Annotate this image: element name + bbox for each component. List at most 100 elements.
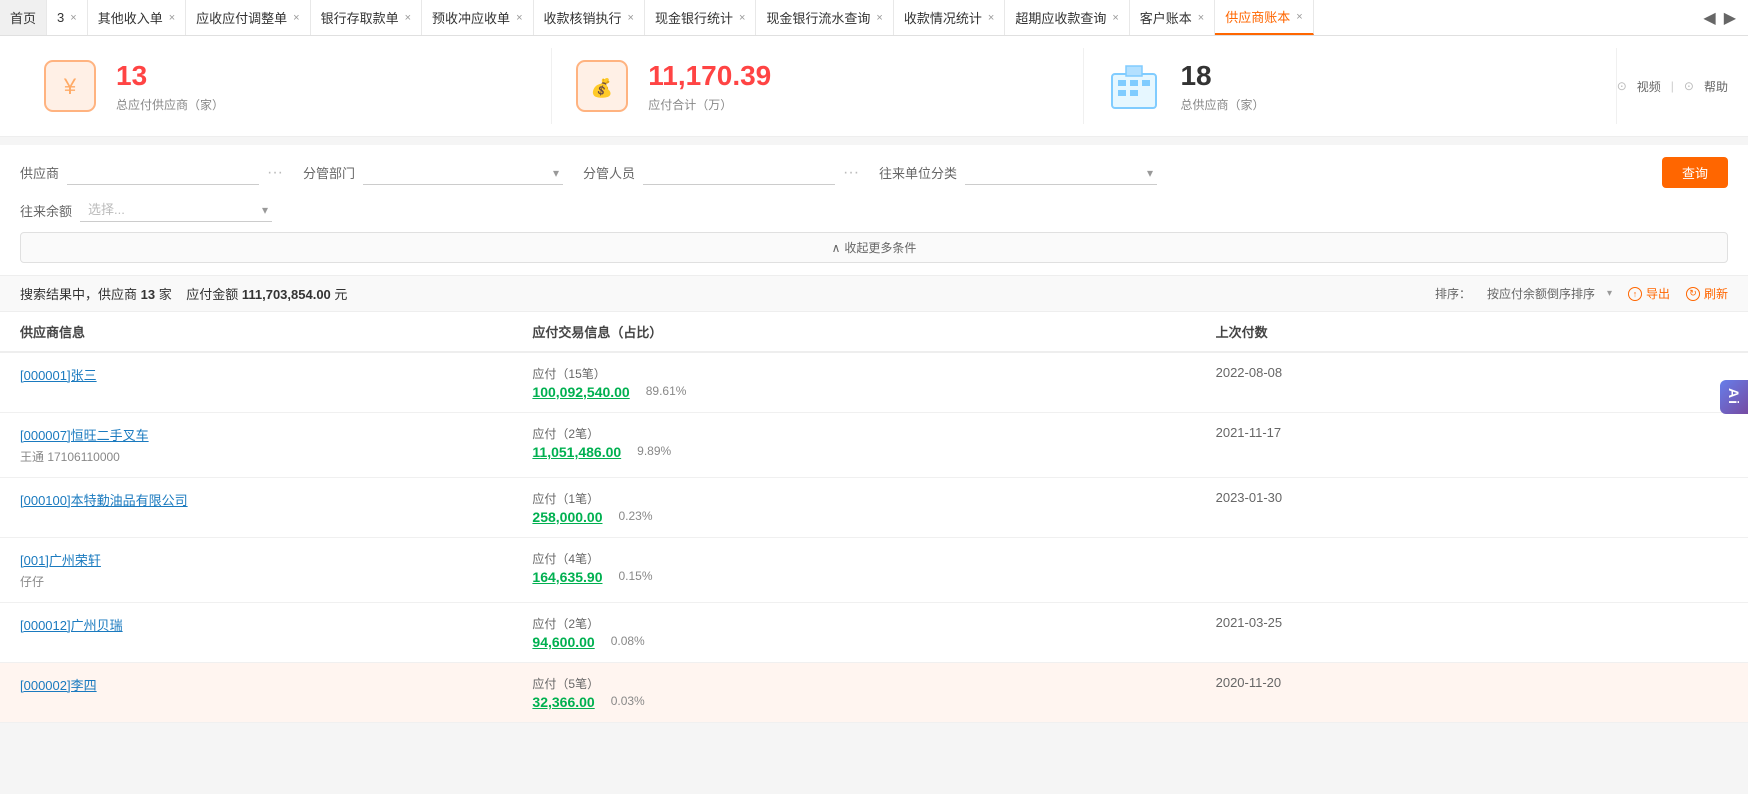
balance-filter-input[interactable] xyxy=(80,198,272,222)
nav-item-cash-flow[interactable]: 现金银行流水查询 × xyxy=(756,0,893,35)
header-lastpay: 上次付数 xyxy=(1216,322,1728,341)
nav-item-ap-adj[interactable]: 应收应付调整单 × xyxy=(186,0,310,35)
table-row[interactable]: [001]广州荣轩 仔仔 应付（4笔） 164,635.90 0.15% xyxy=(0,538,1748,603)
supplier-name[interactable]: [000007]恒旺二手叉车 xyxy=(20,425,532,444)
trans-amount[interactable]: 94,600.00 xyxy=(532,634,594,650)
nav-label-overdue: 超期应收款查询 xyxy=(1015,8,1106,27)
nav-label-home: 首页 xyxy=(10,8,36,27)
refresh-button[interactable]: ↻ 刷新 xyxy=(1686,285,1728,302)
table-row[interactable]: [000012]广州贝瑞 应付（2笔） 94,600.00 0.08% 2021… xyxy=(0,603,1748,663)
supplier-name[interactable]: [000012]广州贝瑞 xyxy=(20,615,532,634)
filter-row-1: 供应商 ··· 分管部门 ▾ 分管人员 ··· 往来单位分类 ▾ 查询 xyxy=(20,157,1728,188)
nav-item-prepay[interactable]: 预收冲应收单 × xyxy=(422,0,533,35)
search-button[interactable]: 查询 xyxy=(1662,157,1728,188)
result-supplier-count: 13 xyxy=(141,287,155,302)
export-button[interactable]: ↑ 导出 xyxy=(1628,285,1670,302)
nav-item-home[interactable]: 首页 xyxy=(0,0,47,35)
nav-item-cash-stat[interactable]: 现金银行统计 × xyxy=(645,0,756,35)
supplier-cell: [000002]李四 xyxy=(20,675,532,694)
nav-label-collection: 收款核销执行 xyxy=(544,8,622,27)
supplier-name[interactable]: [000100]本特勤油品有限公司 xyxy=(20,490,532,509)
supplier-dots-icon[interactable]: ··· xyxy=(267,164,283,182)
result-text: 搜索结果中，供应商 13 家 应付金额 111,703,854.00 元 xyxy=(20,284,347,303)
nav-item-overdue[interactable]: 超期应收款查询 × xyxy=(1005,0,1129,35)
trans-label: 应付（1笔） xyxy=(532,490,1215,507)
table-row[interactable]: [000002]李四 应付（5笔） 32,366.00 0.03% 2020-1… xyxy=(0,663,1748,723)
lastpay-date: 2023-01-30 xyxy=(1216,490,1283,505)
nav-close-supplier-ledger[interactable]: × xyxy=(1296,11,1302,23)
nav-label-supplier-ledger: 供应商账本 xyxy=(1225,7,1290,26)
lastpay-date: 2021-11-17 xyxy=(1216,425,1282,440)
nav-arrow-left[interactable]: ◀ xyxy=(1699,8,1719,28)
result-actions: 排序： 按应付余额倒序排序 ▾ ↑ 导出 ↻ 刷新 xyxy=(1435,285,1728,302)
person-filter-input[interactable] xyxy=(643,161,835,185)
trans-label: 应付（5笔） xyxy=(532,675,1215,692)
supplier-name[interactable]: [000001]张三 xyxy=(20,365,532,384)
help-link[interactable]: 帮助 xyxy=(1704,78,1728,95)
trans-amount[interactable]: 11,051,486.00 xyxy=(532,444,621,460)
nav-close-cash-flow[interactable]: × xyxy=(876,12,882,24)
nav-close-bank-deposit[interactable]: × xyxy=(405,12,411,24)
supplier-contact: 仔仔 xyxy=(20,573,532,590)
filter-area: 供应商 ··· 分管部门 ▾ 分管人员 ··· 往来单位分类 ▾ 查询 xyxy=(0,145,1748,276)
trans-amount[interactable]: 32,366.00 xyxy=(532,694,594,710)
nav-item-collection[interactable]: 收款核销执行 × xyxy=(534,0,645,35)
ai-badge[interactable]: Ai xyxy=(1720,380,1748,414)
nav-arrows: ◀ ▶ xyxy=(1691,8,1748,28)
nav-item-supplier-ledger[interactable]: 供应商账本 × xyxy=(1215,0,1313,35)
summary-value-1: 13 xyxy=(116,60,224,92)
header-supplier: 供应商信息 xyxy=(20,322,532,341)
trans-percent: 0.03% xyxy=(611,694,645,708)
summary-label-2: 应付合计（万） xyxy=(648,96,771,113)
nav-close-ap-adj[interactable]: × xyxy=(293,12,299,24)
nav-close-cash-stat[interactable]: × xyxy=(739,12,745,24)
supplier-filter-input[interactable] xyxy=(67,161,259,185)
nav-arrow-right[interactable]: ▶ xyxy=(1720,8,1740,28)
trans-amount[interactable]: 100,092,540.00 xyxy=(532,384,629,400)
sort-select[interactable]: 按应付余额倒序排序 xyxy=(1487,287,1612,301)
summary-value-3: 18 xyxy=(1180,60,1264,92)
nav-item-other-income[interactable]: 其他收入单 × xyxy=(88,0,186,35)
nav-close-other-income[interactable]: × xyxy=(169,12,175,24)
transaction-cell: 应付（1笔） 258,000.00 0.23% xyxy=(532,490,1215,525)
result-bar: 搜索结果中，供应商 13 家 应付金额 111,703,854.00 元 排序：… xyxy=(0,276,1748,312)
nav-bar: 首页 3 × 其他收入单 × 应收应付调整单 × 银行存取款单 × 预收冲应收单… xyxy=(0,0,1748,36)
summary-card-1: ¥ 13 总应付供应商（家） xyxy=(20,48,552,124)
supplier-cell: [000001]张三 xyxy=(20,365,532,384)
svg-text:¥: ¥ xyxy=(63,74,77,99)
nav-item-bank-deposit[interactable]: 银行存取款单 × xyxy=(311,0,422,35)
help-video-link[interactable]: 视频 xyxy=(1637,78,1661,95)
table-row[interactable]: [000001]张三 应付（15笔） 100,092,540.00 89.61%… xyxy=(0,353,1748,413)
nav-close-recv-stat[interactable]: × xyxy=(988,12,994,24)
nav-item-3[interactable]: 3 × xyxy=(47,0,88,35)
table-row[interactable]: [000100]本特勤油品有限公司 应付（1笔） 258,000.00 0.23… xyxy=(0,478,1748,538)
supplier-payable-icon: ¥ xyxy=(40,56,100,116)
trans-percent: 0.23% xyxy=(618,509,652,523)
trans-amount[interactable]: 258,000.00 xyxy=(532,509,602,525)
nav-close-prepay[interactable]: × xyxy=(516,12,522,24)
trans-amount[interactable]: 164,635.90 xyxy=(532,569,602,585)
nav-label-ap-adj: 应收应付调整单 xyxy=(196,8,287,27)
dept-filter-input[interactable] xyxy=(363,161,563,185)
category-filter-input[interactable] xyxy=(965,161,1157,185)
collapse-button[interactable]: ∧ 收起更多条件 xyxy=(20,232,1728,263)
supplier-cell: [000012]广州贝瑞 xyxy=(20,615,532,634)
filter-row-2: 往来余额 ▾ xyxy=(20,198,1728,222)
summary-area: ¥ 13 总应付供应商（家） 💰 11,170.39 应付合计（万） xyxy=(0,36,1748,137)
nav-close-customer-ledger[interactable]: × xyxy=(1198,12,1204,24)
category-select-wrap: ▾ xyxy=(965,161,1157,185)
supplier-name[interactable]: [000002]李四 xyxy=(20,675,532,694)
supplier-contact: 王通 17106110000 xyxy=(20,448,532,465)
summary-content-1: 13 总应付供应商（家） xyxy=(116,60,224,113)
nav-close-collection[interactable]: × xyxy=(628,12,634,24)
person-dots-icon[interactable]: ··· xyxy=(843,164,859,182)
payable-total-icon: 💰 xyxy=(572,56,632,116)
supplier-name[interactable]: [001]广州荣轩 xyxy=(20,550,532,569)
nav-close-3[interactable]: × xyxy=(70,12,76,24)
nav-item-recv-stat[interactable]: 收款情况统计 × xyxy=(894,0,1005,35)
nav-close-overdue[interactable]: × xyxy=(1112,12,1118,24)
transaction-cell: 应付（2笔） 11,051,486.00 9.89% xyxy=(532,425,1215,460)
nav-item-customer-ledger[interactable]: 客户账本 × xyxy=(1130,0,1215,35)
table-row[interactable]: [000007]恒旺二手叉车 王通 17106110000 应付（2笔） 11,… xyxy=(0,413,1748,478)
summary-value-2: 11,170.39 xyxy=(648,60,771,92)
